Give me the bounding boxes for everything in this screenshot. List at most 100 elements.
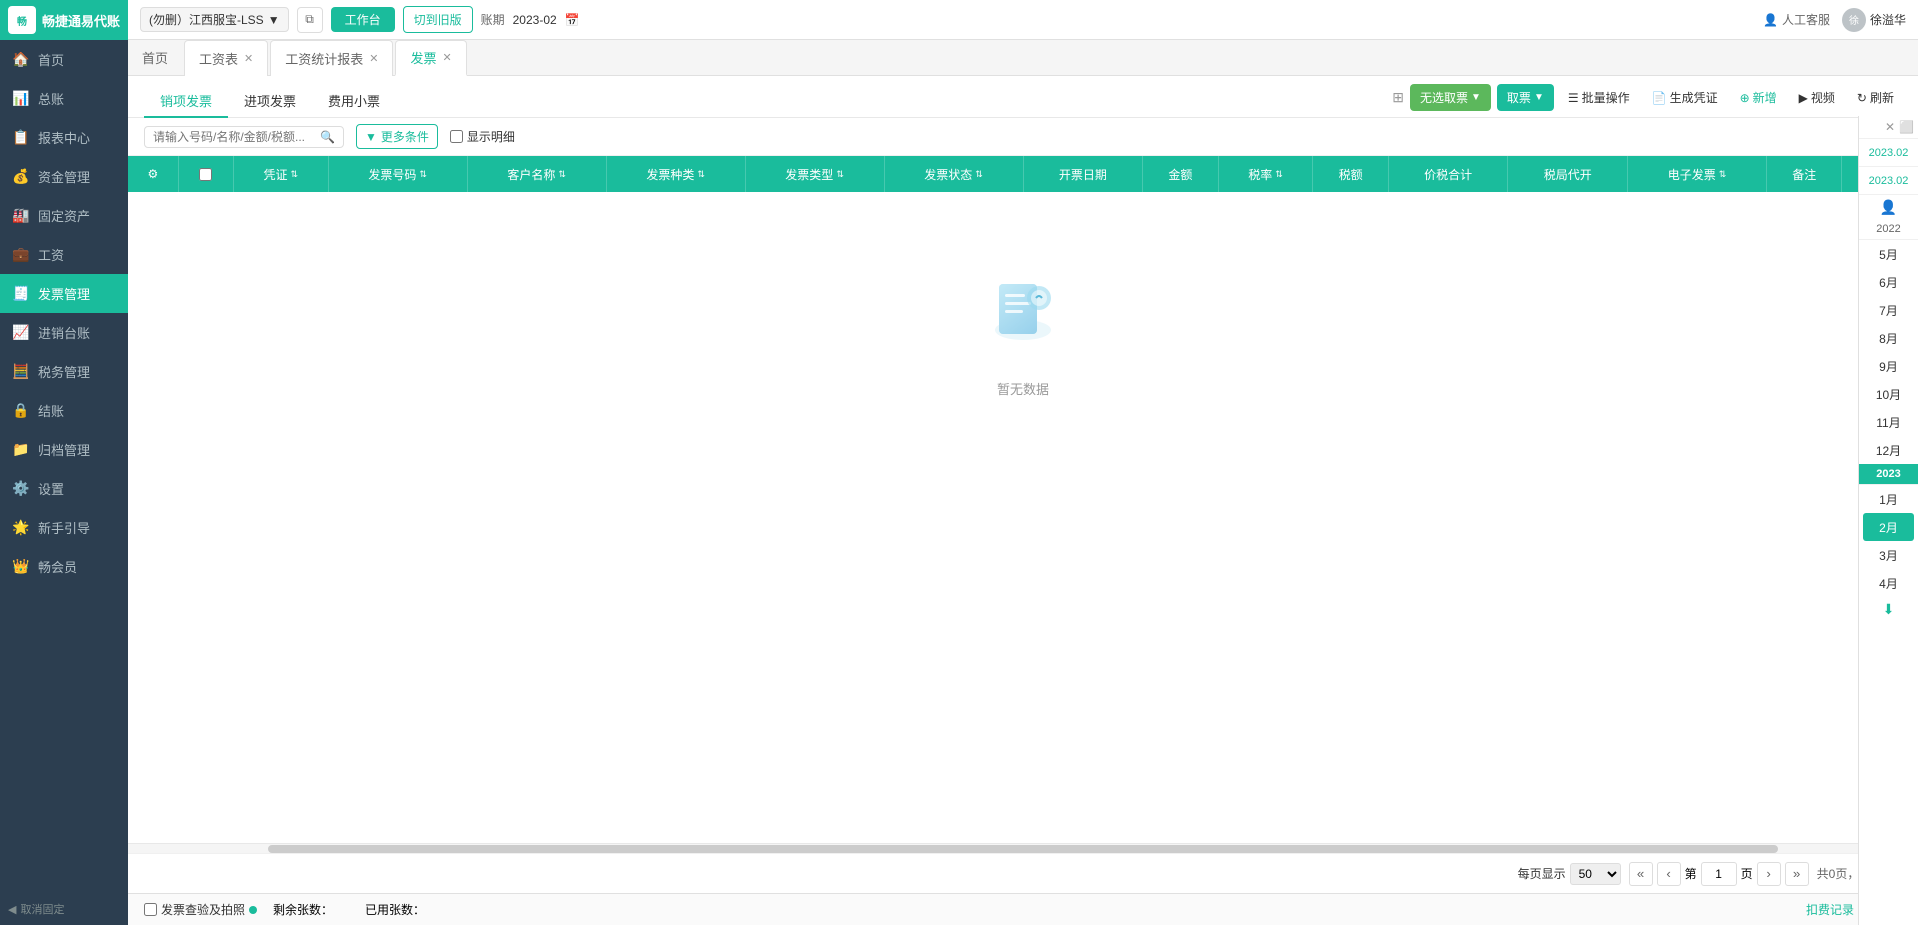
video-button[interactable]: ▶ 视频 [1791,84,1843,111]
take-ticket-button[interactable]: 取票 ▼ [1497,84,1554,111]
date-header-1[interactable]: 2023.02 [1859,139,1918,167]
content-area: 销项发票 进项发票 费用小票 ⊞ 无选取票 ▼ 取票 ▼ [128,76,1918,925]
th-tax-rate[interactable]: 税率 ⇅ [1218,156,1313,192]
fee-record-link[interactable]: 扣费记录 [1806,901,1854,918]
sidebar-item-ledger[interactable]: 📊 总账 [0,79,128,118]
no-select-ticket-button[interactable]: 无选取票 ▼ [1410,84,1491,111]
batch-ops-button[interactable]: ☰ 批量操作 [1560,84,1638,111]
switch-version-button[interactable]: 切到旧版 [403,6,473,33]
th-invoice-no[interactable]: 发票号码 ⇅ [328,156,467,192]
month-9[interactable]: 9月 [1859,352,1918,380]
logo-icon: 畅 [8,6,36,34]
tab-home[interactable]: 首页 [128,40,182,76]
month-10[interactable]: 10月 [1859,380,1918,408]
sidebar-item-tax[interactable]: 🧮 税务管理 [0,352,128,391]
tab-close-icon[interactable]: ✕ [369,52,378,65]
show-detail-checkbox[interactable]: 显示明细 [450,128,515,145]
search-input[interactable] [153,130,320,144]
month-11[interactable]: 11月 [1859,408,1918,436]
sort-icon: ⇅ [836,169,844,180]
month-4-2023[interactable]: 4月 [1859,569,1918,597]
scroll-down-icon[interactable]: ⬇ [1877,597,1901,621]
month-3-2023[interactable]: 3月 [1859,541,1918,569]
sub-tab-sales[interactable]: 销项发票 [144,85,228,118]
th-invoice-status[interactable]: 发票状态 ⇅ [884,156,1023,192]
remaining-label: 剩余张数： [273,901,333,918]
sidebar-item-label: 报表中心 [38,128,90,147]
copy-button[interactable]: ⧉ [297,7,323,33]
sidebar-item-salary[interactable]: 💼 工资 [0,235,128,274]
tab-close-icon[interactable]: ✕ [244,52,253,65]
right-panel-expand-icon[interactable]: ⬜ [1899,120,1914,134]
sort-icon: ⇅ [290,169,298,180]
archive-icon: 📁 [12,441,30,458]
sidebar-item-sales[interactable]: 📈 进销台账 [0,313,128,352]
select-all-checkbox[interactable] [199,168,212,181]
sidebar-item-archive[interactable]: 📁 归档管理 [0,430,128,469]
calendar-icon[interactable]: 📅 [565,13,580,27]
sidebar-item-guide[interactable]: 🌟 新手引导 [0,508,128,547]
work-station-button[interactable]: 工作台 [331,7,395,32]
sidebar-item-close[interactable]: 🔒 结账 [0,391,128,430]
sidebar-collapse[interactable]: ◀ 取消固定 [0,893,128,925]
user-info[interactable]: 徐 徐溢华 [1842,8,1906,32]
month-7[interactable]: 7月 [1859,296,1918,324]
next-page-button[interactable]: › [1757,862,1781,886]
sidebar-item-home[interactable]: 🏠 首页 [0,40,128,79]
sidebar-item-member[interactable]: 👑 畅会员 [0,547,128,586]
invoice-page: 销项发票 进项发票 费用小票 ⊞ 无选取票 ▼ 取票 ▼ [128,76,1918,925]
detail-checkbox-input[interactable] [450,130,463,143]
th-tax-code[interactable]: 税局代开 [1508,156,1628,192]
tab-invoice[interactable]: 发票 ✕ [395,40,466,76]
sidebar-item-funds[interactable]: 💰 资金管理 [0,157,128,196]
sub-tab-purchase[interactable]: 进项发票 [228,85,312,118]
sidebar-item-label: 畅会员 [38,557,77,576]
invoice-check-checkbox[interactable] [144,903,157,916]
th-settings[interactable]: ⚙ [128,156,178,192]
month-12[interactable]: 12月 [1859,436,1918,464]
tab-salary-stats[interactable]: 工资统计报表 ✕ [270,40,393,76]
page-size-select[interactable]: 50 20 100 [1570,863,1621,885]
th-invoice-category[interactable]: 发票类型 ⇅ [745,156,884,192]
month-8[interactable]: 8月 [1859,324,1918,352]
scrollbar-thumb[interactable] [268,845,1778,853]
sub-tab-expense[interactable]: 费用小票 [312,85,396,118]
search-icon[interactable]: 🔍 [320,130,335,144]
sidebar-item-assets[interactable]: 🏭 固定资产 [0,196,128,235]
sidebar-item-invoice[interactable]: 🧾 发票管理 [0,274,128,313]
month-6[interactable]: 6月 [1859,268,1918,296]
th-invoice-type[interactable]: 发票种类 ⇅ [606,156,745,192]
sidebar-item-reports[interactable]: 📋 报表中心 [0,118,128,157]
no-select-label: 无选取票 [1420,89,1468,106]
th-tax[interactable]: 税额 [1313,156,1388,192]
th-amount[interactable]: 金额 [1143,156,1218,192]
month-5[interactable]: 5月 [1859,240,1918,268]
horizontal-scrollbar[interactable] [128,843,1918,853]
person-icon[interactable]: 👤 [1877,195,1901,219]
month-2-2023[interactable]: 2月 [1863,513,1914,541]
more-conditions-button[interactable]: ▼ 更多条件 [356,124,438,149]
sidebar-item-settings[interactable]: ⚙️ 设置 [0,469,128,508]
gen-voucher-button[interactable]: 📄 生成凭证 [1644,84,1726,111]
first-page-button[interactable]: « [1629,862,1653,886]
company-selector[interactable]: (勿删）江西服宝-LSS ▼ [140,7,289,32]
new-button[interactable]: ⊕ 新增 [1732,84,1785,111]
th-e-invoice[interactable]: 电子发票 ⇅ [1628,156,1767,192]
tab-close-icon[interactable]: ✕ [443,51,452,64]
th-voucher[interactable]: 凭证 ⇅ [233,156,328,192]
th-customer[interactable]: 客户名称 ⇅ [467,156,606,192]
th-checkbox[interactable] [178,156,233,192]
prev-page-button[interactable]: ‹ [1657,862,1681,886]
tab-salary-table[interactable]: 工资表 ✕ [184,40,268,76]
customer-service-button[interactable]: 👤 人工客服 [1763,11,1830,28]
th-tax-amount[interactable]: 价税合计 [1388,156,1508,192]
refresh-button[interactable]: ↻ 刷新 [1849,84,1902,111]
date-header-2[interactable]: 2023.02 [1859,167,1918,195]
th-open-date[interactable]: 开票日期 [1023,156,1143,192]
right-panel-close-icon[interactable]: ✕ [1885,120,1895,134]
grid-view-icon[interactable]: ⊞ [1392,89,1404,106]
page-number-input[interactable] [1701,862,1737,886]
last-page-button[interactable]: » [1785,862,1809,886]
month-1-2023[interactable]: 1月 [1859,485,1918,513]
th-remark[interactable]: 备注 [1766,156,1841,192]
